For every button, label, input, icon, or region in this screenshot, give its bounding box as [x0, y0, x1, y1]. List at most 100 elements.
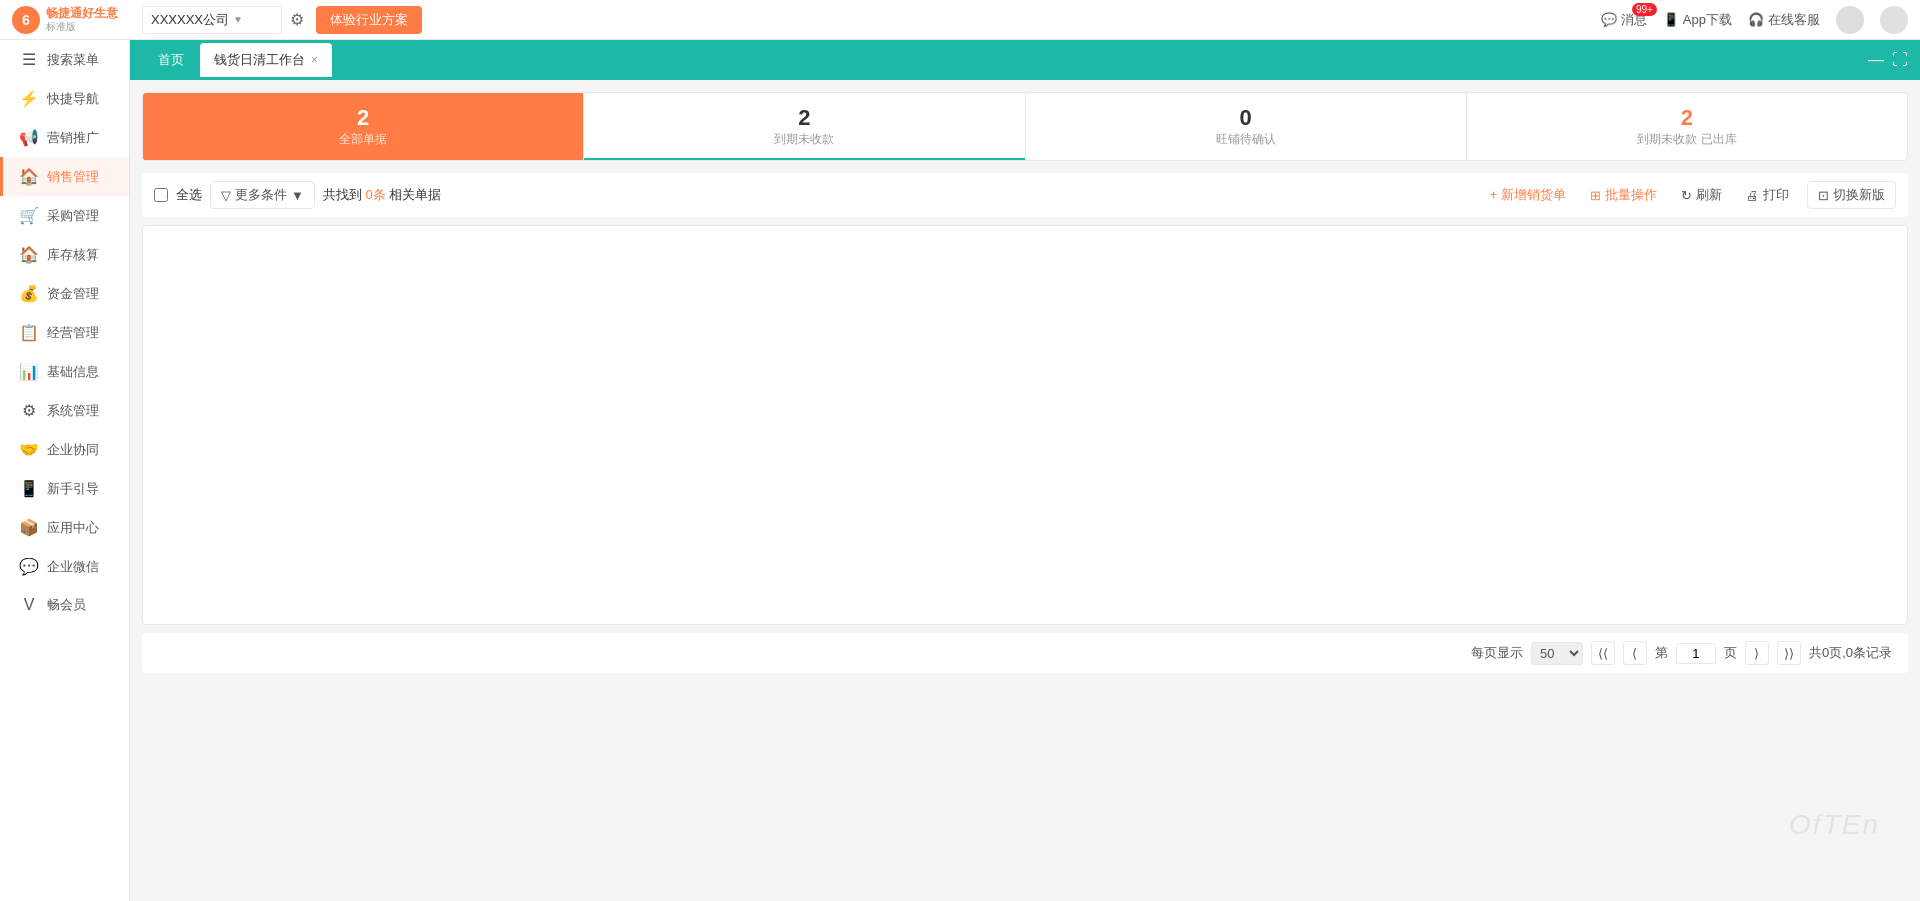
page-label: 第	[1655, 644, 1668, 662]
tab-minimize-button[interactable]: —	[1868, 51, 1884, 69]
found-count: 0条	[366, 187, 386, 202]
top-header: 6 畅捷通好生意 标准版 XXXXXX公司 ▼ ⚙ 体验行业方案 💬 消息 99…	[0, 0, 1920, 40]
online-service-item[interactable]: 🎧 在线客服	[1748, 11, 1820, 29]
page-input[interactable]: 1	[1676, 643, 1716, 664]
select-all-checkbox[interactable]	[154, 188, 168, 202]
logo-icon: 6	[12, 6, 40, 34]
sidebar-item-basic-info[interactable]: 📊 基础信息	[0, 352, 129, 391]
tab-close-icon[interactable]: ×	[311, 53, 318, 67]
sidebar-item-label: 库存核算	[47, 246, 99, 264]
sidebar-item-label: 快捷导航	[47, 90, 99, 108]
sidebar-item-label: 新手引导	[47, 480, 99, 498]
sidebar-item-inventory[interactable]: 🏠 库存核算	[0, 235, 129, 274]
message-item[interactable]: 💬 消息 99+	[1601, 11, 1647, 29]
sidebar-item-vip[interactable]: V 畅会员	[0, 586, 129, 624]
tab-bar-actions: — ⛶	[1868, 51, 1908, 69]
logo-text: 畅捷通好生意 标准版	[46, 6, 118, 32]
sidebar-item-weixin[interactable]: 💬 企业微信	[0, 547, 129, 586]
print-button[interactable]: 🖨 打印	[1740, 182, 1795, 208]
system-icon: ⚙	[19, 401, 39, 420]
sidebar-item-label: 采购管理	[47, 207, 99, 225]
toolbar: 全选 ▽ 更多条件 ▼ 共找到 0条 相关单据 + 新增销货单 ⊞ 批量操作	[142, 173, 1908, 217]
next-page-button[interactable]: ⟩	[1745, 641, 1769, 665]
content-area: 首页 钱货日清工作台 × — ⛶ 2 全部单据 2 到期未收款	[130, 40, 1920, 901]
operation-icon: 📋	[19, 323, 39, 342]
sidebar-item-cooperation[interactable]: 🤝 企业协同	[0, 430, 129, 469]
filter-arrow-icon: ▼	[291, 188, 304, 203]
pagination: 每页显示 50 100 200 ⟨⟨ ⟨ 第 1 页 ⟩ ⟩⟩ 共0页,0条记录	[142, 633, 1908, 673]
summary-tab-overdue[interactable]: 2 到期未收款	[584, 93, 1025, 160]
logo-area: 6 畅捷通好生意 标准版	[12, 6, 142, 34]
tab-bar: 首页 钱货日清工作台 × — ⛶	[130, 40, 1920, 80]
online-service-label: 在线客服	[1768, 11, 1820, 29]
message-badge: 99+	[1632, 3, 1657, 16]
sidebar-item-sales[interactable]: 🏠 销售管理	[0, 157, 129, 196]
cooperation-icon: 🤝	[19, 440, 39, 459]
first-page-button[interactable]: ⟨⟨	[1591, 641, 1615, 665]
settings-icon[interactable]: ⚙	[290, 10, 304, 29]
sidebar-item-label: 系统管理	[47, 402, 99, 420]
sidebar-item-label: 营销推广	[47, 129, 99, 147]
page-size-select[interactable]: 50 100 200	[1531, 642, 1583, 665]
toolbar-right: + 新增销货单 ⊞ 批量操作 ↻ 刷新 🖨 打印 ⊡	[1484, 181, 1896, 209]
prev-page-button[interactable]: ⟨	[1623, 641, 1647, 665]
header-right: 💬 消息 99+ 📱 App下载 🎧 在线客服	[1601, 6, 1908, 34]
summary-tab-all[interactable]: 2 全部单据	[143, 93, 584, 160]
select-all-label: 全选	[176, 186, 202, 204]
trial-button[interactable]: 体验行业方案	[316, 6, 422, 34]
company-dropdown-arrow: ▼	[233, 14, 243, 25]
sidebar-item-quick-nav[interactable]: ⚡ 快捷导航	[0, 79, 129, 118]
sidebar-item-guide[interactable]: 📱 新手引导	[0, 469, 129, 508]
sidebar-item-app-center[interactable]: 📦 应用中心	[0, 508, 129, 547]
batch-label: 批量操作	[1605, 186, 1657, 204]
tab-active[interactable]: 钱货日清工作台 ×	[200, 43, 332, 77]
batch-action-button[interactable]: ⊞ 批量操作	[1584, 182, 1663, 208]
found-text: 共找到 0条 相关单据	[323, 186, 441, 204]
basic-info-icon: 📊	[19, 362, 39, 381]
sidebar-item-label: 企业微信	[47, 558, 99, 576]
sales-icon: 🏠	[19, 167, 39, 186]
refresh-button[interactable]: ↻ 刷新	[1675, 182, 1728, 208]
data-table-area	[142, 225, 1908, 625]
switch-label: 切换新版	[1833, 186, 1885, 204]
print-label: 打印	[1763, 186, 1789, 204]
summary-tab-shipped[interactable]: 2 到期未收款 已出库	[1467, 93, 1907, 160]
sidebar-item-search[interactable]: ☰ 搜索菜单	[0, 40, 129, 79]
app-download-icon: 📱	[1663, 12, 1679, 27]
sidebar-item-label: 销售管理	[47, 168, 99, 186]
filter-icon: ▽	[221, 188, 231, 203]
avatar[interactable]	[1836, 6, 1864, 34]
sidebar-item-operation[interactable]: 📋 经营管理	[0, 313, 129, 352]
online-service-icon: 🎧	[1748, 12, 1764, 27]
refresh-label: 刷新	[1696, 186, 1722, 204]
tab-expand-button[interactable]: ⛶	[1892, 51, 1908, 69]
found-suffix: 相关单据	[389, 187, 441, 202]
refresh-icon: ↻	[1681, 188, 1692, 203]
app-center-icon: 📦	[19, 518, 39, 537]
sidebar-item-label: 经营管理	[47, 324, 99, 342]
sidebar-item-finance[interactable]: 💰 资金管理	[0, 274, 129, 313]
tab-home[interactable]: 首页	[142, 43, 200, 77]
summary-tab-pending[interactable]: 0 旺铺待确认	[1026, 93, 1467, 160]
batch-icon: ⊞	[1590, 188, 1601, 203]
all-count: 2	[159, 105, 567, 131]
company-selector[interactable]: XXXXXX公司 ▼	[142, 6, 282, 34]
purchase-icon: 🛒	[19, 206, 39, 225]
sidebar-item-label: 搜索菜单	[47, 51, 99, 69]
app-download-label: App下载	[1683, 11, 1732, 29]
shipped-count: 2	[1483, 105, 1891, 131]
avatar-extra	[1880, 6, 1908, 34]
sidebar-item-purchase[interactable]: 🛒 采购管理	[0, 196, 129, 235]
overdue-label: 到期未收款	[774, 132, 834, 146]
filter-button[interactable]: ▽ 更多条件 ▼	[210, 181, 315, 209]
last-page-button[interactable]: ⟩⟩	[1777, 641, 1801, 665]
weixin-icon: 💬	[19, 557, 39, 576]
overdue-count: 2	[600, 105, 1008, 131]
logo-sub: 标准版	[46, 21, 118, 33]
switch-version-button[interactable]: ⊡ 切换新版	[1807, 181, 1896, 209]
quick-nav-icon: ⚡	[19, 89, 39, 108]
sidebar-item-marketing[interactable]: 📢 营销推广	[0, 118, 129, 157]
new-sale-button[interactable]: + 新增销货单	[1484, 182, 1572, 208]
sidebar-item-system[interactable]: ⚙ 系统管理	[0, 391, 129, 430]
app-download-item[interactable]: 📱 App下载	[1663, 11, 1732, 29]
